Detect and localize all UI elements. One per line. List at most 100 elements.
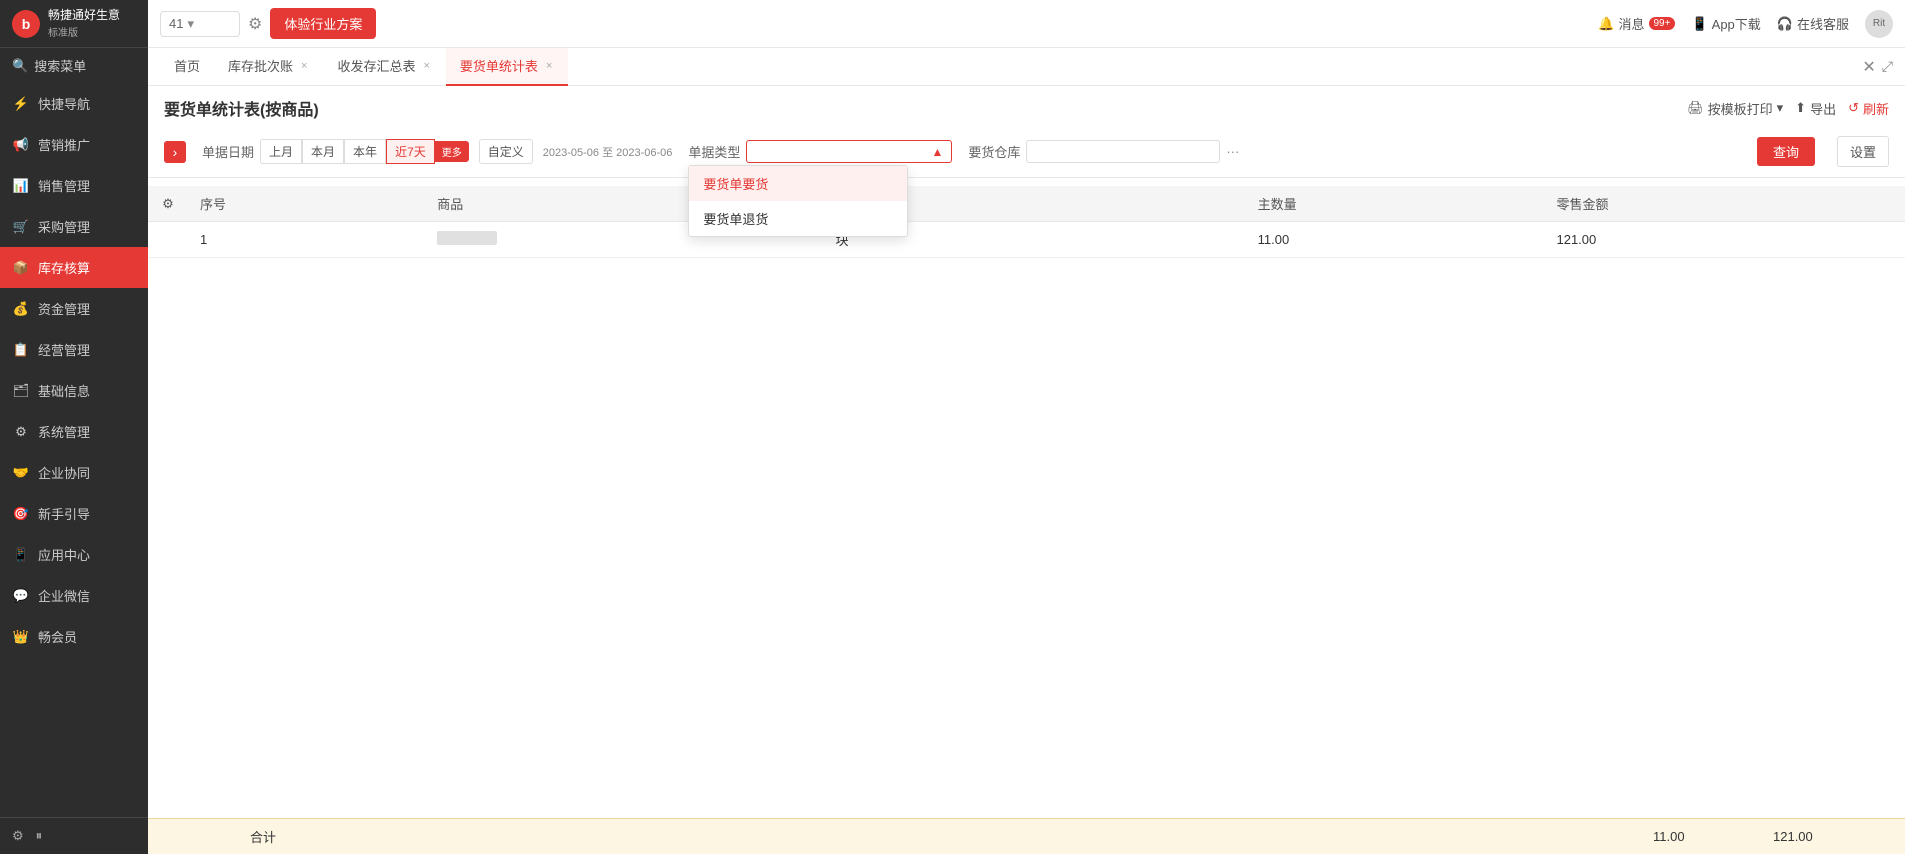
sidebar-item-marketing[interactable]: 📢 营销推广 [0,124,148,165]
online-service-button[interactable]: 🎧 在线客服 [1777,14,1849,33]
sidebar-logo: b 畅捷通好生意 标准版 [0,0,148,48]
tab-receivables-label: 收发存汇总表 [337,56,415,75]
date-custom-button[interactable]: 自定义 [479,139,533,164]
settings-bottom-icon[interactable]: ⚙ [12,828,24,844]
header-settings-icon[interactable]: ⚙ [248,14,262,34]
type-dropdown-menu: 要货单要货 要货单退货 [688,165,908,237]
type-chevron-up-icon[interactable]: ▲ [931,145,943,159]
sidebar-item-quick-nav[interactable]: ⚡ 快捷导航 [0,83,148,124]
printer-icon: 🖨 [1687,100,1704,116]
sidebar: b 畅捷通好生意 标准版 🔍 搜索菜单 ⚡ 快捷导航 📢 营销推广 📊 销售管理… [0,0,148,854]
tab-receivables-summary[interactable]: 收发存汇总表 × [323,48,445,86]
tab-batch-ledger[interactable]: 库存批次账 × [214,48,323,86]
notifications-button[interactable]: 🔔 消息 99+ [1598,14,1675,33]
tab-order-stats-close[interactable]: × [544,60,554,72]
nav-label-basic: 基础信息 [38,381,90,400]
warehouse-filter-text[interactable] [1035,144,1211,159]
refresh-label: 刷新 [1863,99,1889,118]
app-logo-icon: b [12,10,40,38]
trial-button[interactable]: 体验行业方案 [270,8,376,39]
sidebar-item-wechat[interactable]: 💬 企业微信 [0,575,148,616]
sidebar-item-system[interactable]: ⚙ 系统管理 [0,411,148,452]
tab-batch-ledger-close[interactable]: × [299,60,309,72]
nav-icon-quick: ⚡ [12,95,30,113]
tab-home[interactable]: 首页 [160,48,214,86]
date-buttons: 上月 本月 本年 近7天 更多 [260,139,469,164]
tab-order-stats[interactable]: 要货单统计表 × [446,48,568,86]
refresh-button[interactable]: ↺ 刷新 [1848,99,1889,118]
nav-label-appstore: 应用中心 [38,545,90,564]
print-button[interactable]: 🖨 按模板打印 ▾ [1687,99,1783,118]
tab-order-stats-label: 要货单统计表 [460,56,538,75]
type-filter-input[interactable]: ▲ [746,140,952,163]
nav-label-marketing: 营销推广 [38,135,90,154]
close-all-tabs-icon[interactable]: ✕ [1862,57,1875,77]
dropdown-item-yaohuo-return[interactable]: 要货单退货 [689,201,907,236]
tab-home-label: 首页 [174,56,200,75]
date-btn-this-year[interactable]: 本年 [344,139,386,164]
nav-icon-basic: 🗂 [12,382,30,400]
query-button[interactable]: 查询 [1757,137,1815,166]
filter-row: › 单据日期 上月 本月 本年 近7天 更多 自定义 2023-05-06 至 … [164,128,1889,177]
nav-label-operations: 经营管理 [38,340,90,359]
date-btn-last-7-days[interactable]: 近7天 [386,139,435,164]
warehouse-filter-input[interactable] [1026,140,1220,163]
header-right: 🔔 消息 99+ 📱 App下载 🎧 在线客服 Rit [1598,10,1893,38]
nav-icon-member: 👑 [12,628,30,646]
page-header-section: 要货单统计表(按商品) 🖨 按模板打印 ▾ ⬆ 导出 ↺ 刷新 [148,86,1905,178]
date-btn-this-month[interactable]: 本月 [302,139,344,164]
user-avatar[interactable]: Rit [1865,10,1893,38]
sidebar-item-sales[interactable]: 📊 销售管理 [0,165,148,206]
export-button[interactable]: ⬆ 导出 [1795,99,1836,118]
column-header-amount: 零售金额 [1544,186,1905,222]
date-more-button[interactable]: 更多 [435,141,469,162]
table-header: ⚙ 序号 商品 主计量单位 主数量 零售金额 [148,186,1905,222]
date-btn-last-month[interactable]: 上月 [260,139,302,164]
expand-tabs-icon[interactable]: ⤢ [1882,58,1893,75]
filter-expand-button[interactable]: › [164,141,186,163]
sidebar-item-guide[interactable]: 🎯 新手引导 [0,493,148,534]
page-title-row: 要货单统计表(按商品) 🖨 按模板打印 ▾ ⬆ 导出 ↺ 刷新 [164,96,1889,120]
settings-button[interactable]: 设置 [1837,136,1889,167]
search-label: 搜索菜单 [34,56,86,75]
sidebar-item-member[interactable]: 👑 畅会员 [0,616,148,657]
sidebar-bottom: ⚙ ⏸ [0,817,148,854]
nav-icon-purchase: 🛒 [12,218,30,236]
dropdown-item-yaohuo-order[interactable]: 要货单要货 [689,166,907,201]
warehouse-filter-label: 要货仓库 [968,142,1020,161]
nav-icon-guide: 🎯 [12,505,30,523]
nav-icon-collab: 🤝 [12,464,30,482]
nav-label-quick: 快捷导航 [38,94,90,113]
sidebar-item-basic[interactable]: 🗂 基础信息 [0,370,148,411]
headset-icon: 🎧 [1777,16,1793,32]
date-filter-label: 单据日期 [202,142,254,161]
sidebar-item-purchase[interactable]: 🛒 采购管理 [0,206,148,247]
sidebar-search[interactable]: 🔍 搜索菜单 [0,48,148,83]
nav-label-guide: 新手引导 [38,504,90,523]
warehouse-more-icon[interactable]: ··· [1226,144,1239,159]
warehouse-filter-group: 要货仓库 ··· [968,140,1239,163]
app-download-button[interactable]: 📱 App下载 [1691,14,1760,33]
tab-receivables-close[interactable]: × [421,60,431,72]
type-filter-group: 单据类型 ▲ 要货单要货 要货单退货 [688,140,952,163]
pause-bottom-icon[interactable]: ⏸ [36,828,43,844]
tabs-bar: 首页 库存批次账 × 收发存汇总表 × 要货单统计表 × ✕ ⤢ [148,48,1905,86]
sidebar-item-operations[interactable]: 📋 经营管理 [0,329,148,370]
avatar-text: Rit [1873,18,1885,29]
table-body: 1 块 11.00 121.00 [148,222,1905,258]
app-download-label: App下载 [1712,14,1761,33]
sidebar-item-inventory[interactable]: 📦 库存核算 [0,247,148,288]
row-amount: 121.00 [1544,222,1905,258]
store-selector[interactable]: 41 ▾ [160,11,240,37]
nav-icon-inventory: 📦 [12,259,30,277]
row-gear [148,222,188,258]
sidebar-item-appstore[interactable]: 📱 应用中心 [0,534,148,575]
nav-label-system: 系统管理 [38,422,90,441]
sidebar-item-collab[interactable]: 🤝 企业协同 [0,452,148,493]
nav-icon-marketing: 📢 [12,136,30,154]
tabs-right-actions: ✕ ⤢ [1862,57,1893,77]
sidebar-item-finance[interactable]: 💰 资金管理 [0,288,148,329]
column-header-gear[interactable]: ⚙ [148,186,188,222]
print-label: 按模板打印 [1708,99,1773,118]
type-filter-text[interactable] [755,144,931,159]
